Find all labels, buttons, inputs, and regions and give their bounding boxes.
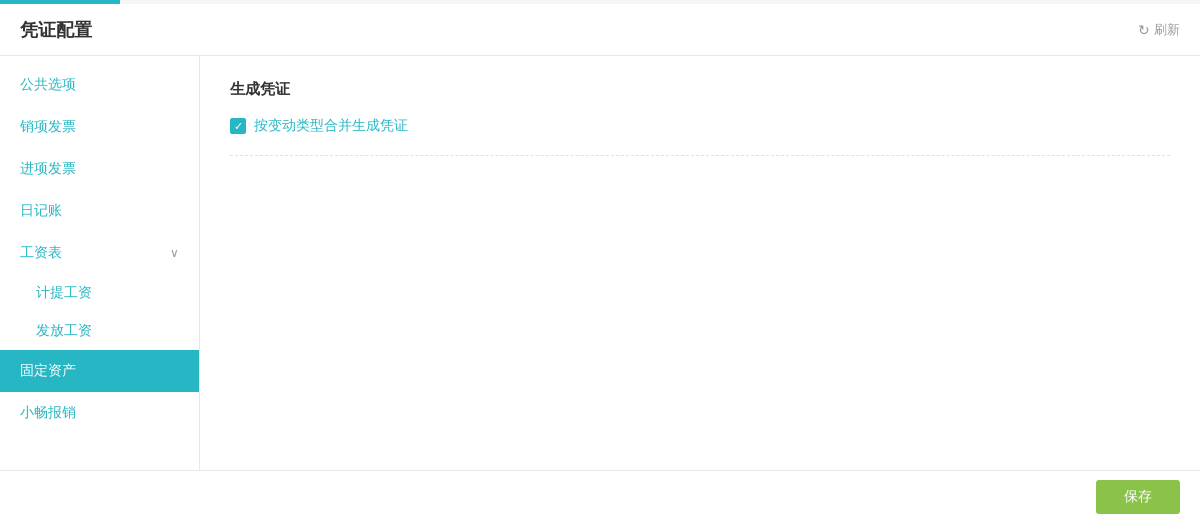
checkbox-row: ✓ 按变动类型合并生成凭证 [230, 117, 1170, 135]
sidebar-item-label: 工资表 [20, 244, 62, 262]
sidebar-item-label: 销项发票 [20, 118, 76, 136]
sidebar-item-payroll-accrual[interactable]: 计提工资 [0, 274, 199, 312]
sidebar-item-label: 小畅报销 [20, 404, 76, 422]
checkbox-label: 按变动类型合并生成凭证 [254, 117, 408, 135]
sidebar-item-sales-invoice[interactable]: 销项发票 [0, 106, 199, 148]
main-content: 公共选项 销项发票 进项发票 日记账 工资表 ∨ 计提工资 发放工资 固定资 [0, 56, 1200, 470]
sidebar-item-purchase-invoice[interactable]: 进项发票 [0, 148, 199, 190]
chevron-down-icon: ∨ [170, 246, 179, 260]
sidebar-item-payroll-distribute[interactable]: 发放工资 [0, 312, 199, 350]
merge-by-type-checkbox[interactable]: ✓ [230, 118, 246, 134]
sidebar-item-public-options[interactable]: 公共选项 [0, 64, 199, 106]
section-title: 生成凭证 [230, 80, 1170, 99]
sidebar-item-label: 进项发票 [20, 160, 76, 178]
sidebar-item-payroll-table[interactable]: 工资表 ∨ [0, 232, 199, 274]
sidebar-item-petty-expense[interactable]: 小畅报销 [0, 392, 199, 434]
sidebar-sub-item-label: 发放工资 [36, 322, 92, 338]
sidebar-item-label: 公共选项 [20, 76, 76, 94]
top-nav-bar [0, 0, 120, 4]
check-mark-icon: ✓ [234, 121, 243, 132]
page-wrapper: 凭证配置 ↻ 刷新 公共选项 销项发票 进项发票 日记账 工资表 ∨ [0, 0, 1200, 522]
sidebar-item-label: 固定资产 [20, 362, 76, 380]
save-button[interactable]: 保存 [1096, 480, 1180, 514]
sidebar-item-fixed-assets[interactable]: 固定资产 [0, 350, 199, 392]
page-header: 凭证配置 ↻ 刷新 [0, 4, 1200, 56]
refresh-button[interactable]: ↻ 刷新 [1138, 21, 1180, 39]
sidebar-sub-item-label: 计提工资 [36, 284, 92, 300]
refresh-label: 刷新 [1154, 21, 1180, 39]
section-divider [230, 155, 1170, 156]
page-footer: 保存 [0, 470, 1200, 522]
sidebar-item-label: 日记账 [20, 202, 62, 220]
page-title: 凭证配置 [20, 18, 92, 42]
content-area: 生成凭证 ✓ 按变动类型合并生成凭证 [200, 56, 1200, 470]
refresh-icon: ↻ [1138, 22, 1150, 38]
sidebar-item-journal[interactable]: 日记账 [0, 190, 199, 232]
sidebar: 公共选项 销项发票 进项发票 日记账 工资表 ∨ 计提工资 发放工资 固定资 [0, 56, 200, 470]
